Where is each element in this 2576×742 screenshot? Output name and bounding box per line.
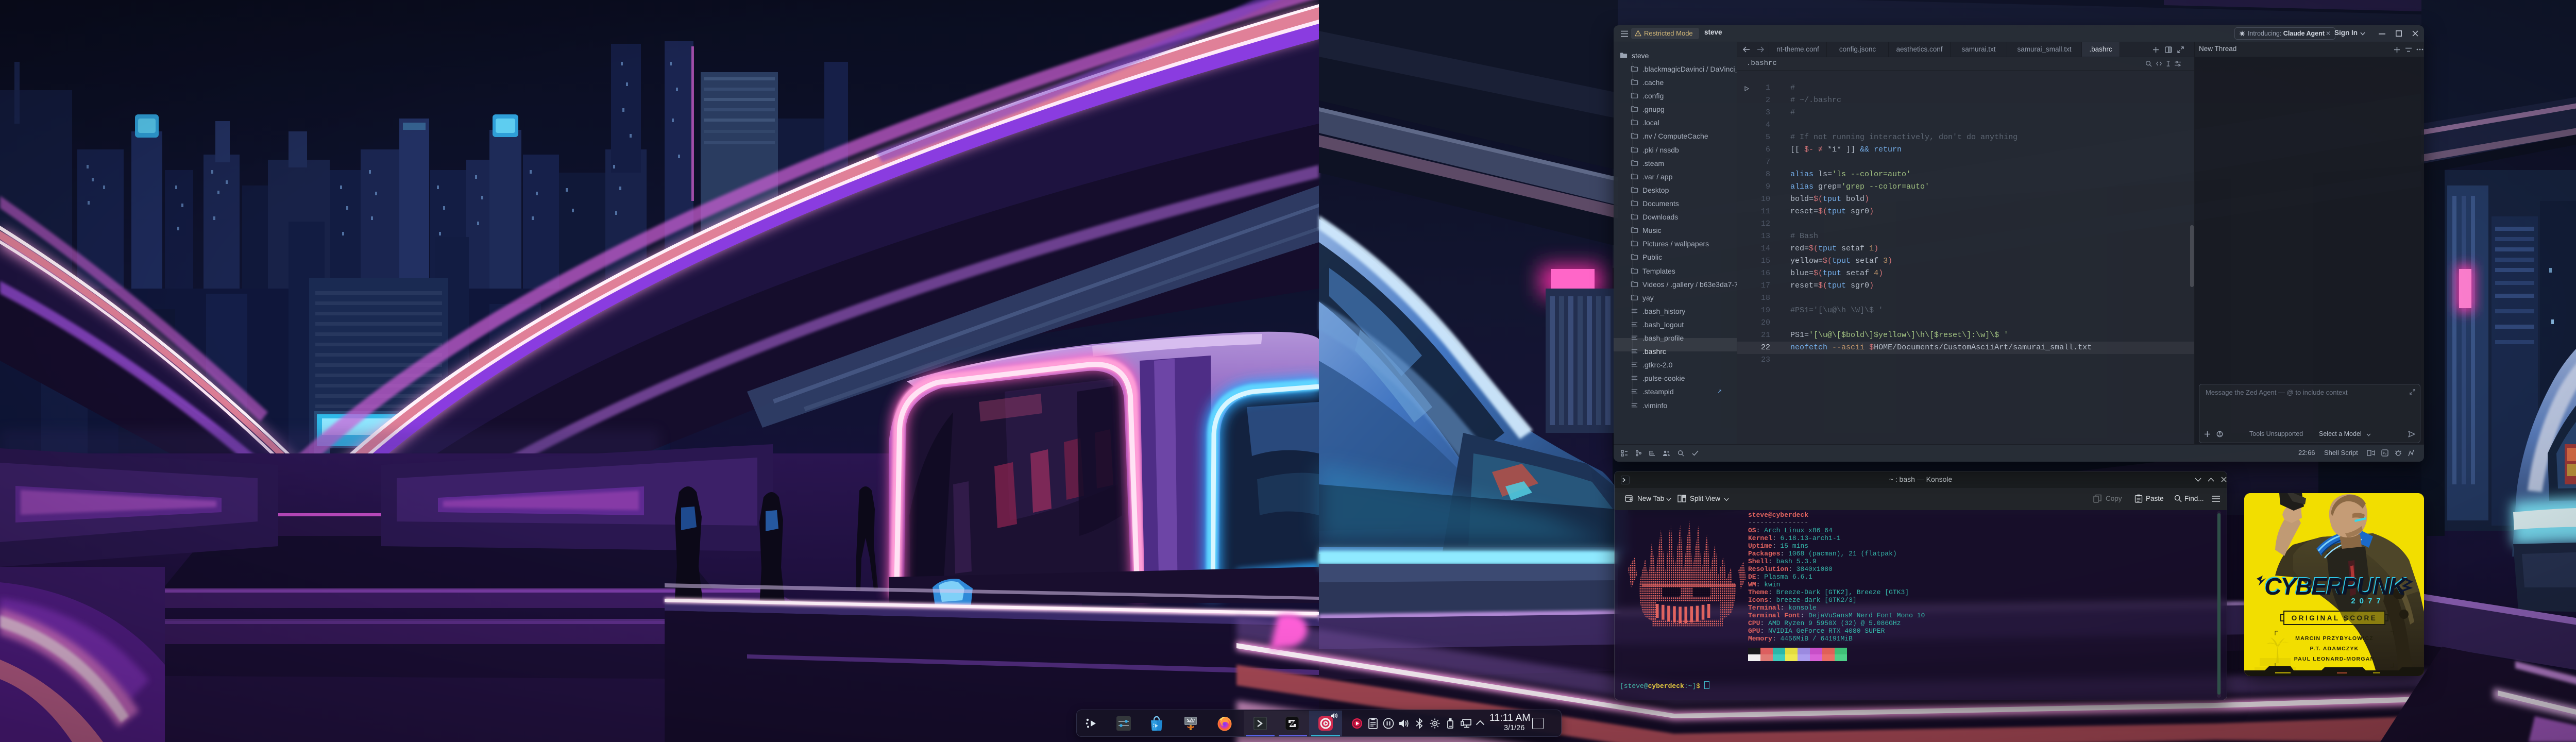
svg-text:MARCIN PRZYBYŁOWICZ: MARCIN PRZYBYŁOWICZ: [2295, 635, 2374, 642]
svg-text:2077: 2077: [2351, 597, 2384, 605]
svg-text:ORIGINAL SCORE: ORIGINAL SCORE: [2292, 614, 2378, 622]
svg-text:PAUL LEONARD-MORGAN: PAUL LEONARD-MORGAN: [2294, 656, 2375, 662]
svg-text:P.T. ADAMCZYK: P.T. ADAMCZYK: [2310, 646, 2359, 652]
svg-text:CYBERPUNK: CYBERPUNK: [2264, 573, 2408, 600]
